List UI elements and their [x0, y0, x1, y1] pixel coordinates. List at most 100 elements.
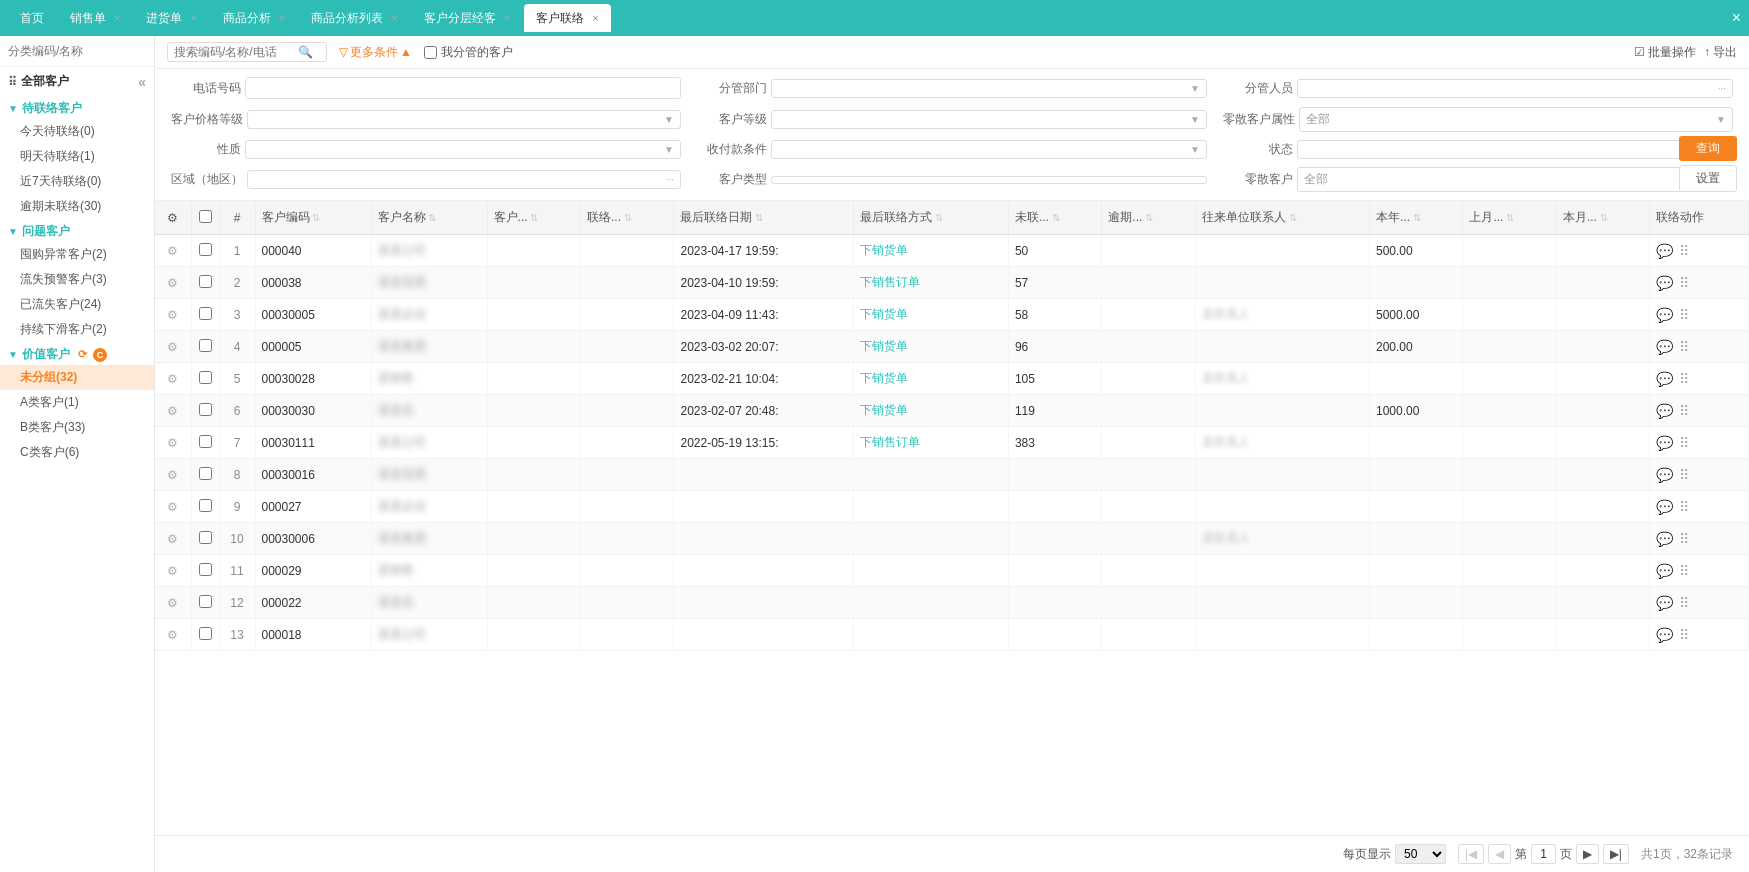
search-button[interactable]: 查询	[1679, 136, 1737, 161]
contact-method-link[interactable]: 下销货单	[860, 307, 908, 321]
filter-phone-input[interactable]	[245, 77, 681, 99]
action-more-icon[interactable]: ⠿	[1679, 371, 1689, 387]
filter-dept-select[interactable]: ▼	[771, 79, 1207, 98]
sidebar-item-churned[interactable]: 已流失客户(24)	[0, 292, 154, 317]
row-checkbox[interactable]	[199, 595, 212, 608]
action-chat-icon[interactable]: 💬	[1656, 595, 1673, 611]
batch-ops-button[interactable]: ☑ 批量操作	[1634, 44, 1696, 61]
action-more-icon[interactable]: ⠿	[1679, 243, 1689, 259]
filter-payment-select[interactable]: ▼	[771, 140, 1207, 159]
sidebar-item-class-b[interactable]: B类客户(33)	[0, 415, 154, 440]
more-conditions-button[interactable]: ▽ 更多条件 ▲	[339, 44, 412, 61]
action-more-icon[interactable]: ⠿	[1679, 467, 1689, 483]
th-not-contacted[interactable]: 未联...	[1008, 201, 1101, 235]
contact-method-link[interactable]: 下销货单	[860, 243, 908, 257]
th-gear[interactable]: ⚙	[155, 201, 191, 235]
filter-customer-type-select[interactable]	[771, 176, 1207, 184]
action-more-icon[interactable]: ⠿	[1679, 307, 1689, 323]
action-more-icon[interactable]: ⠿	[1679, 275, 1689, 291]
action-more-icon[interactable]: ⠿	[1679, 403, 1689, 419]
sidebar-item-abnormal[interactable]: 囤购异常客户(2)	[0, 242, 154, 267]
action-more-icon[interactable]: ⠿	[1679, 531, 1689, 547]
row-checkbox[interactable]	[199, 307, 212, 320]
sidebar-item-today-pending[interactable]: 今天待联络(0)	[0, 119, 154, 144]
tab-sales-close[interactable]: ×	[114, 12, 120, 24]
sidebar-item-class-a[interactable]: A类客户(1)	[0, 390, 154, 415]
action-more-icon[interactable]: ⠿	[1679, 339, 1689, 355]
tab-purchase-close[interactable]: ×	[190, 12, 196, 24]
prev-page-button[interactable]: ◀	[1488, 844, 1511, 864]
action-chat-icon[interactable]: 💬	[1656, 563, 1673, 579]
action-more-icon[interactable]: ⠿	[1679, 627, 1689, 643]
action-more-icon[interactable]: ⠿	[1679, 499, 1689, 515]
th-this-month[interactable]: 本月...	[1556, 201, 1649, 235]
my-customers-checkbox[interactable]: 我分管的客户	[424, 44, 513, 61]
th-contact[interactable]: 联络...	[581, 201, 674, 235]
sidebar-item-declining[interactable]: 持续下滑客户(2)	[0, 317, 154, 342]
action-chat-icon[interactable]: 💬	[1656, 531, 1673, 547]
tab-product-analysis-list-close[interactable]: ×	[391, 12, 397, 24]
th-last-month[interactable]: 上月...	[1463, 201, 1556, 235]
th-company-contact[interactable]: 往来单位联系人	[1195, 201, 1369, 235]
action-chat-icon[interactable]: 💬	[1656, 371, 1673, 387]
filter-search-input[interactable]	[174, 45, 294, 59]
row-checkbox[interactable]	[199, 499, 212, 512]
window-close-button[interactable]: ×	[1732, 9, 1741, 27]
filter-nature-select[interactable]: ▼	[245, 140, 681, 159]
action-chat-icon[interactable]: 💬	[1656, 627, 1673, 643]
contact-method-link[interactable]: 下销货单	[860, 371, 908, 385]
contact-method-link[interactable]: 下销货单	[860, 339, 908, 353]
action-chat-icon[interactable]: 💬	[1656, 339, 1673, 355]
row-checkbox[interactable]	[199, 563, 212, 576]
sidebar-item-tomorrow-pending[interactable]: 明天待联络(1)	[0, 144, 154, 169]
th-code[interactable]: 客户编码	[255, 201, 371, 235]
action-chat-icon[interactable]: 💬	[1656, 435, 1673, 451]
sidebar-group-value[interactable]: ▼ 价值客户 ⟳ C	[0, 342, 154, 365]
contact-method-link[interactable]: 下销货单	[860, 403, 908, 417]
row-checkbox[interactable]	[199, 243, 212, 256]
th-overdue[interactable]: 逾期...	[1102, 201, 1195, 235]
row-checkbox[interactable]	[199, 467, 212, 480]
sidebar-item-ungrouped[interactable]: 未分组(32)	[0, 365, 154, 390]
reset-button[interactable]: 设置	[1679, 165, 1737, 192]
my-customers-check[interactable]	[424, 46, 437, 59]
sidebar-item-class-c[interactable]: C类客户(6)	[0, 440, 154, 465]
sidebar-item-7day-pending[interactable]: 近7天待联络(0)	[0, 169, 154, 194]
th-name[interactable]: 客户名称	[371, 201, 487, 235]
row-checkbox[interactable]	[199, 627, 212, 640]
th-last-date[interactable]: 最后联络日期	[674, 201, 854, 235]
select-all-checkbox[interactable]	[199, 210, 212, 223]
tab-product-analysis-close[interactable]: ×	[279, 12, 285, 24]
filter-price-select[interactable]: ▼	[247, 110, 681, 129]
sidebar-item-churn-warning[interactable]: 流失预警客户(3)	[0, 267, 154, 292]
first-page-button[interactable]: |◀	[1458, 844, 1484, 864]
sidebar-search-input[interactable]	[8, 44, 155, 58]
row-checkbox[interactable]	[199, 531, 212, 544]
contact-method-link[interactable]: 下销售订单	[860, 435, 920, 449]
filter-region-select[interactable]: ···	[247, 170, 681, 189]
action-chat-icon[interactable]: 💬	[1656, 243, 1673, 259]
th-last-method[interactable]: 最后联络方式	[854, 201, 1009, 235]
th-this-year[interactable]: 本年...	[1370, 201, 1463, 235]
filter-manager-select[interactable]: ···	[1297, 79, 1733, 98]
action-chat-icon[interactable]: 💬	[1656, 275, 1673, 291]
th-type[interactable]: 客户...	[487, 201, 580, 235]
action-chat-icon[interactable]: 💬	[1656, 499, 1673, 515]
tab-purchase[interactable]: 进货单 ×	[134, 4, 208, 32]
filter-status-select[interactable]: ▼	[1297, 140, 1733, 159]
action-chat-icon[interactable]: 💬	[1656, 467, 1673, 483]
row-checkbox[interactable]	[199, 371, 212, 384]
tab-customer-contact-close[interactable]: ×	[592, 12, 598, 24]
last-page-button[interactable]: ▶|	[1603, 844, 1629, 864]
action-chat-icon[interactable]: 💬	[1656, 307, 1673, 323]
action-more-icon[interactable]: ⠿	[1679, 563, 1689, 579]
filter-search-icon[interactable]: 🔍	[298, 45, 313, 59]
next-page-button[interactable]: ▶	[1576, 844, 1599, 864]
sidebar-group-problem[interactable]: ▼ 问题客户	[0, 219, 154, 242]
row-checkbox[interactable]	[199, 403, 212, 416]
contact-method-link[interactable]: 下销售订单	[860, 275, 920, 289]
tab-sales[interactable]: 销售单 ×	[58, 4, 132, 32]
page-size-select-input[interactable]: 50 100 200	[1395, 844, 1446, 864]
filter-retail-customer-select[interactable]: 全部 ▼	[1297, 167, 1733, 192]
action-more-icon[interactable]: ⠿	[1679, 435, 1689, 451]
